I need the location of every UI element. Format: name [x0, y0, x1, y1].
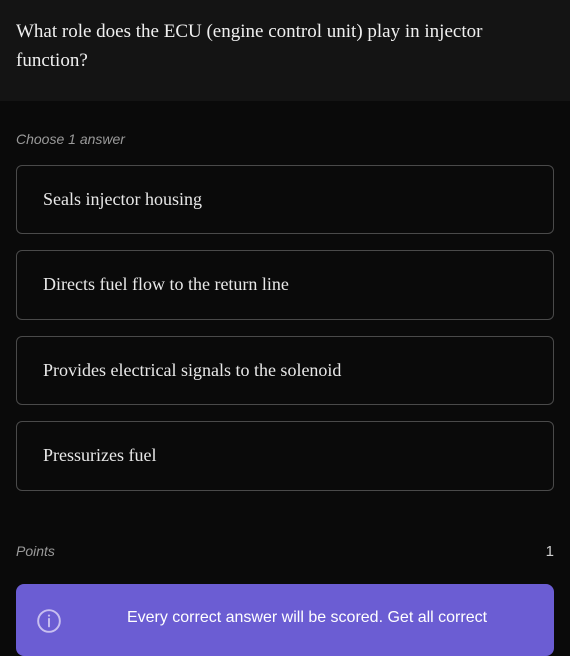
points-label: Points — [16, 543, 55, 559]
info-text: Every correct answer will be scored. Get… — [80, 606, 534, 630]
points-row: Points 1 — [16, 507, 554, 584]
answer-text: Provides electrical signals to the solen… — [43, 359, 527, 382]
instruction-label: Choose 1 answer — [16, 101, 554, 165]
answer-option-1[interactable]: Directs fuel flow to the return line — [16, 250, 554, 319]
answer-option-2[interactable]: Provides electrical signals to the solen… — [16, 336, 554, 405]
answer-option-3[interactable]: Pressurizes fuel — [16, 421, 554, 490]
answer-text: Seals injector housing — [43, 188, 527, 211]
content-area: Choose 1 answer Seals injector housing D… — [0, 101, 570, 656]
answer-text: Directs fuel flow to the return line — [43, 273, 527, 296]
answer-text: Pressurizes fuel — [43, 444, 527, 467]
question-header: What role does the ECU (engine control u… — [0, 0, 570, 101]
info-box: Every correct answer will be scored. Get… — [16, 584, 554, 656]
answer-option-0[interactable]: Seals injector housing — [16, 165, 554, 234]
points-value: 1 — [546, 543, 554, 560]
info-icon — [36, 608, 62, 634]
question-text: What role does the ECU (engine control u… — [16, 18, 554, 75]
